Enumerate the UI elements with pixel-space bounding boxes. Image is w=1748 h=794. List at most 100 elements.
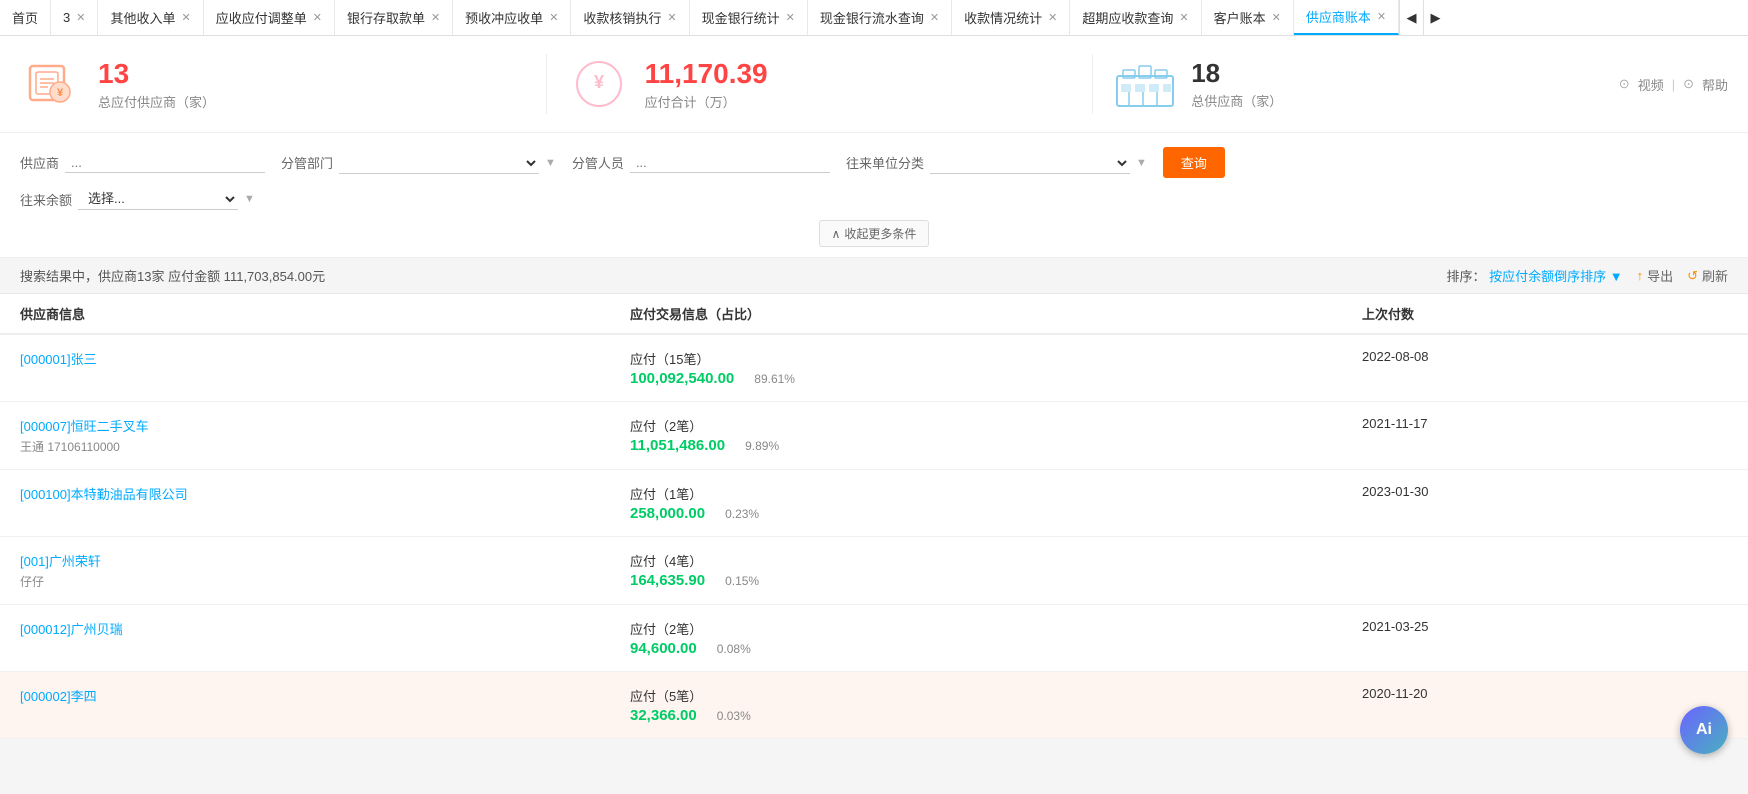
tab-cash-bank-stat[interactable]: 现金银行统计 ✕	[690, 0, 808, 35]
pay-pct: 0.15%	[725, 574, 759, 588]
person-filter-input[interactable]	[630, 153, 830, 173]
last-pay-date: 2020-11-20	[1362, 686, 1428, 701]
unit-type-filter-select[interactable]	[930, 152, 1130, 174]
last-pay-date: 2021-11-17	[1362, 416, 1428, 431]
pay-info-col: 应付（5笔） 32,366.00 0.03%	[630, 686, 1362, 724]
close-tab-adjustment[interactable]: ✕	[313, 11, 322, 24]
close-tab-payment-exec[interactable]: ✕	[667, 11, 676, 24]
tab-cash-bank-query-label: 现金银行流水查询	[820, 8, 924, 27]
supplier-sub: 王通 17106110000	[20, 438, 630, 455]
table-row[interactable]: [000012]广州贝瑞 应付（2笔） 94,600.00 0.08% 2021…	[0, 605, 1748, 672]
table-row[interactable]: [000001]张三 应付（15笔） 100,092,540.00 89.61%…	[0, 335, 1748, 402]
tab-supplier-book[interactable]: 供应商账本 ✕	[1294, 0, 1399, 35]
pay-info-col: 应付（2笔） 11,051,486.00 9.89%	[630, 416, 1362, 454]
close-tab-cash-bank-query[interactable]: ✕	[930, 11, 939, 24]
pay-info-col: 应付（4笔） 164,635.90 0.15%	[630, 551, 1362, 589]
close-tab-collection-stat[interactable]: ✕	[1048, 11, 1057, 24]
pay-amount[interactable]: 164,635.90	[630, 572, 705, 589]
supplier-link[interactable]: [000002]李四	[20, 689, 97, 704]
table-row[interactable]: [000100]本特勤油品有限公司 应付（1笔） 258,000.00 0.23…	[0, 470, 1748, 537]
filter-supplier: 供应商	[20, 153, 265, 173]
circle-icon: ⊙	[1619, 76, 1630, 92]
pay-amount[interactable]: 94,600.00	[630, 640, 697, 657]
query-button[interactable]: 查询	[1163, 147, 1225, 178]
supplier-sub: 仔仔	[20, 573, 630, 590]
supplier-info-col: [000007]恒旺二手叉车 王通 17106110000	[20, 416, 630, 455]
tab-other-income-label: 其他收入单	[110, 8, 175, 27]
filter-row-1: 供应商 分管部门 ▼ 分管人员 往来单位分类 ▼ 查询	[20, 147, 1728, 178]
refresh-icon: ↺	[1687, 268, 1698, 284]
supplier-link[interactable]: [000012]广州贝瑞	[20, 622, 123, 637]
filter-area: 供应商 分管部门 ▼ 分管人员 往来单位分类 ▼ 查询 往来余额 选择...	[0, 133, 1748, 258]
pay-amount[interactable]: 11,051,486.00	[630, 437, 725, 454]
collapse-btn-label: 收起更多条件	[844, 225, 916, 242]
tab-other-income[interactable]: 其他收入单 ✕	[98, 0, 203, 35]
supplier-filter-input[interactable]	[65, 153, 265, 173]
close-tab-advance-offset[interactable]: ✕	[549, 11, 558, 24]
tab-customer-book[interactable]: 客户账本 ✕	[1202, 0, 1294, 35]
tab-home[interactable]: 首页	[0, 0, 51, 35]
filter-unit-type: 往来单位分类 ▼	[846, 152, 1147, 174]
export-label[interactable]: 导出	[1647, 266, 1673, 285]
total-supplier-count: 18	[1191, 58, 1282, 89]
tab-3[interactable]: 3 ✕	[51, 0, 98, 35]
pay-amount[interactable]: 32,366.00	[630, 707, 697, 724]
unit-type-filter-label: 往来单位分类	[846, 153, 924, 172]
tab-supplier-book-label: 供应商账本	[1306, 7, 1371, 26]
tab-adjustment[interactable]: 应收应付调整单 ✕	[204, 0, 335, 35]
payable-supplier-icon: ¥	[20, 52, 84, 116]
tab-collection-stat-label: 收款情况统计	[964, 8, 1042, 27]
tab-collection-stat[interactable]: 收款情况统计 ✕	[952, 0, 1070, 35]
supplier-link[interactable]: [000100]本特勤油品有限公司	[20, 487, 188, 502]
supplier-table: 供应商信息 应付交易信息（占比） 上次付数 [000001]张三 应付（15笔）…	[0, 294, 1748, 739]
top-right-links: ⊙ 视频 | ⊙ 帮助	[1619, 75, 1728, 94]
summary-bar: ¥ 13 总应付供应商（家） ¥ 11,170.39 应付合计（万）	[0, 36, 1748, 133]
nav-prev-arrow[interactable]: ◀	[1399, 0, 1423, 35]
tab-cash-bank-query[interactable]: 现金银行流水查询 ✕	[808, 0, 952, 35]
supplier-link[interactable]: [000007]恒旺二手叉车	[20, 419, 149, 434]
refresh-action[interactable]: ↺ 刷新	[1687, 266, 1728, 285]
table-row[interactable]: [001]广州荣轩 仔仔 应付（4笔） 164,635.90 0.15%	[0, 537, 1748, 605]
tab-3-label: 3	[63, 10, 70, 25]
tab-advance-offset[interactable]: 预收冲应收单 ✕	[453, 0, 571, 35]
collapse-button[interactable]: ∧ 收起更多条件	[819, 220, 930, 247]
close-tab-3[interactable]: ✕	[76, 11, 85, 24]
export-action[interactable]: ↑ 导出	[1637, 266, 1674, 285]
close-tab-other-income[interactable]: ✕	[181, 11, 190, 24]
nav-next-arrow[interactable]: ▶	[1423, 0, 1447, 35]
tab-overdue-query[interactable]: 超期应收款查询 ✕	[1070, 0, 1201, 35]
balance-filter-select[interactable]: 选择...	[78, 188, 238, 210]
pay-info-col: 应付（2笔） 94,600.00 0.08%	[630, 619, 1362, 657]
total-supplier-label: 总供应商（家）	[1191, 91, 1282, 110]
refresh-label[interactable]: 刷新	[1702, 266, 1728, 285]
last-pay-col: 2022-08-08	[1362, 349, 1728, 364]
dept-dropdown-icon: ▼	[545, 157, 556, 169]
summary-divider-2	[1092, 54, 1093, 114]
filter-row-2: 往来余额 选择... ▼	[20, 188, 1728, 210]
ai-button[interactable]: Ai	[1680, 706, 1728, 754]
summary-card-payable-total: ¥ 11,170.39 应付合计（万）	[567, 52, 1073, 116]
sort-label: 排序： 按应付余额倒序排序 ▼	[1446, 266, 1622, 285]
help-circle-icon: ⊙	[1683, 76, 1694, 92]
supplier-link[interactable]: [001]广州荣轩	[20, 554, 101, 569]
tab-payment-exec[interactable]: 收款核销执行 ✕	[571, 0, 689, 35]
close-tab-bank-deposit[interactable]: ✕	[431, 11, 440, 24]
pay-info-col: 应付（1笔） 258,000.00 0.23%	[630, 484, 1362, 522]
video-link[interactable]: 视频	[1638, 75, 1664, 94]
supplier-link[interactable]: [000001]张三	[20, 352, 97, 367]
summary-card-payable-suppliers: ¥ 13 总应付供应商（家）	[20, 52, 526, 116]
close-tab-overdue-query[interactable]: ✕	[1179, 11, 1188, 24]
close-tab-customer-book[interactable]: ✕	[1272, 11, 1281, 24]
sort-value[interactable]: 按应付余额倒序排序 ▼	[1489, 269, 1622, 284]
pay-amount[interactable]: 258,000.00	[630, 505, 705, 522]
close-tab-supplier-book[interactable]: ✕	[1377, 10, 1386, 23]
table-row[interactable]: [000002]李四 应付（5笔） 32,366.00 0.03% 2020-1…	[0, 672, 1748, 739]
close-tab-cash-bank-stat[interactable]: ✕	[786, 11, 795, 24]
help-link[interactable]: 帮助	[1702, 75, 1728, 94]
dept-filter-select[interactable]	[339, 152, 539, 174]
table-row[interactable]: [000007]恒旺二手叉车 王通 17106110000 应付（2笔） 11,…	[0, 402, 1748, 470]
sort-text: 排序：	[1446, 269, 1485, 284]
pay-info-col: 应付（15笔） 100,092,540.00 89.61%	[630, 349, 1362, 387]
tab-bank-deposit[interactable]: 银行存取款单 ✕	[335, 0, 453, 35]
pay-amount[interactable]: 100,092,540.00	[630, 370, 734, 387]
